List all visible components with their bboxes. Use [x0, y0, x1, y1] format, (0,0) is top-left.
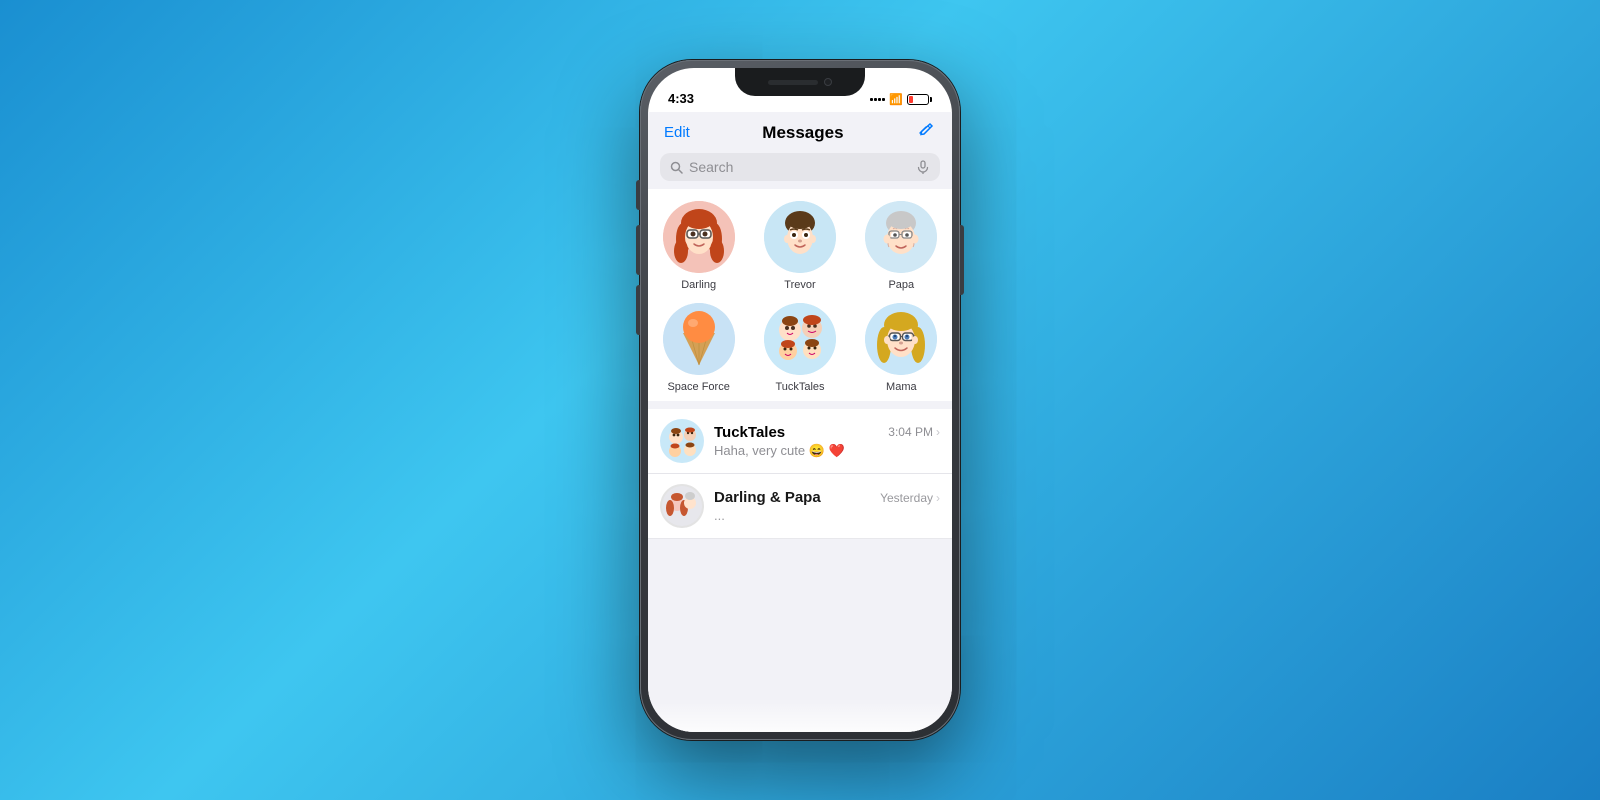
volume-up-button[interactable] [636, 225, 640, 275]
screen-content: Edit Messages [648, 112, 952, 732]
msg-avatar-darling-papa [660, 484, 704, 528]
signal-icon [870, 98, 885, 101]
contact-tucktales[interactable]: TuckTales [749, 303, 850, 393]
contact-spaceforce-label: Space Force [667, 381, 729, 393]
edit-button[interactable]: Edit [664, 124, 690, 141]
battery-icon [907, 94, 932, 105]
contact-papa[interactable]: Papa [851, 201, 952, 291]
search-bar-container: Search [648, 145, 952, 189]
msg-name-darling-papa: Darling & Papa [714, 489, 821, 506]
avatar-tucktales [764, 303, 836, 375]
search-icon [670, 161, 683, 174]
avatar-spaceforce [663, 303, 735, 375]
msg-preview-darling-papa: ... [714, 508, 940, 523]
time-display: 4:33 [668, 91, 694, 106]
notch [735, 68, 865, 96]
chevron-icon-2: › [936, 491, 940, 505]
compose-button[interactable] [916, 120, 936, 145]
msg-preview-tucktales: Haha, very cute 😄 ❤️ [714, 443, 940, 459]
contact-trevor[interactable]: Trevor [749, 201, 850, 291]
messages-header: Edit Messages [648, 112, 952, 145]
compose-icon [916, 120, 936, 140]
msg-avatar-tucktales [660, 419, 704, 463]
contact-mama-label: Mama [886, 381, 917, 393]
phone-device: 4:33 📶 [640, 60, 960, 740]
search-placeholder: Search [689, 159, 910, 175]
contact-darling[interactable]: Darling [648, 201, 749, 291]
contact-tucktales-label: TuckTales [775, 381, 824, 393]
msg-content-darling-papa: Darling & Papa Yesterday › ... [714, 489, 940, 523]
avatar-darling [663, 201, 735, 273]
mute-button[interactable] [636, 180, 640, 210]
contact-trevor-label: Trevor [784, 279, 815, 291]
contact-mama[interactable]: Mama [851, 303, 952, 393]
search-bar[interactable]: Search [660, 153, 940, 181]
message-item-tucktales[interactable]: TuckTales 3:04 PM › Haha, very cute 😄 ❤️ [648, 409, 952, 474]
msg-time-tucktales: 3:04 PM › [888, 425, 940, 439]
message-list: TuckTales 3:04 PM › Haha, very cute 😄 ❤️ [648, 409, 952, 539]
front-camera [824, 78, 832, 86]
mic-icon[interactable] [916, 160, 930, 174]
avatar-papa [865, 201, 937, 273]
avatar-mama [865, 303, 937, 375]
message-item-darling-papa[interactable]: Darling & Papa Yesterday › ... [648, 474, 952, 539]
pinned-contacts: Darling [648, 189, 952, 401]
wifi-icon: 📶 [889, 93, 903, 106]
messages-title: Messages [762, 123, 843, 143]
contact-papa-label: Papa [888, 279, 914, 291]
msg-content-tucktales: TuckTales 3:04 PM › Haha, very cute 😄 ❤️ [714, 424, 940, 459]
phone-body: 4:33 📶 [640, 60, 960, 740]
msg-top-tucktales: TuckTales 3:04 PM › [714, 424, 940, 441]
contact-darling-label: Darling [681, 279, 716, 291]
phone-screen: 4:33 📶 [648, 68, 952, 732]
bottom-fade [648, 702, 952, 732]
chevron-icon: › [936, 425, 940, 439]
power-button[interactable] [960, 225, 964, 295]
speaker [768, 80, 818, 85]
contact-spaceforce[interactable]: Space Force [648, 303, 749, 393]
msg-name-tucktales: TuckTales [714, 424, 785, 441]
volume-down-button[interactable] [636, 285, 640, 335]
status-icons: 📶 [870, 93, 932, 106]
avatar-trevor [764, 201, 836, 273]
